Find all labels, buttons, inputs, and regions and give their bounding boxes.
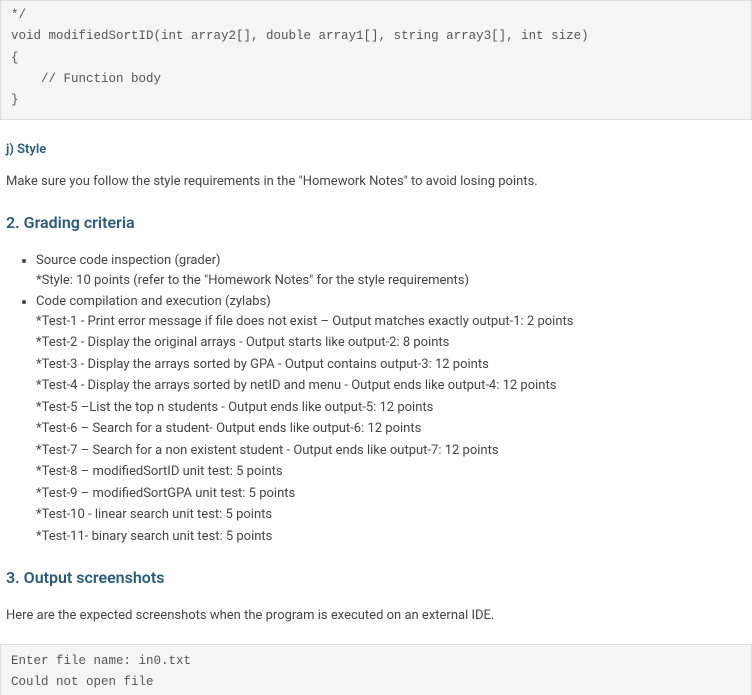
criteria-item-0-sublist: *Style: 10 points (refer to the "Homewor… [36, 271, 752, 291]
criteria-sub-1-6: *Test-7 – Search for a non existent stud… [36, 441, 752, 461]
section-j-body: Make sure you follow the style requireme… [6, 172, 752, 192]
criteria-item-0-label: Source code inspection (grader) [36, 253, 221, 268]
criteria-sub-1-10: *Test-11- binary search unit test: 5 poi… [36, 527, 752, 547]
criteria-item-1-label: Code compilation and execution (zylabs) [36, 294, 271, 309]
criteria-sub-1-4: *Test-5 –List the top n students - Outpu… [36, 398, 752, 418]
criteria-item-1-sublist: *Test-1 - Print error message if file do… [36, 312, 752, 547]
criteria-sub-1-9: *Test-10 - linear search unit test: 5 po… [36, 505, 752, 525]
criteria-sub-1-0: *Test-1 - Print error message if file do… [36, 312, 752, 332]
criteria-sub-1-8: *Test-9 – modifiedSortGPA unit test: 5 p… [36, 484, 752, 504]
grading-criteria-list: Source code inspection (grader) *Style: … [36, 251, 752, 546]
section-j-label: j) Style [6, 140, 752, 160]
criteria-sub-0-0: *Style: 10 points (refer to the "Homewor… [36, 271, 752, 291]
criteria-sub-1-3: *Test-4 - Display the arrays sorted by n… [36, 376, 752, 396]
output-screenshot-block: Enter file name: in0.txt Could not open … [0, 644, 752, 695]
criteria-sub-1-2: *Test-3 - Display the arrays sorted by G… [36, 355, 752, 375]
section-3-heading: 3. Output screenshots [6, 566, 752, 590]
code-block-top: */ void modifiedSortID(int array2[], dou… [0, 0, 752, 120]
criteria-sub-1-7: *Test-8 – modifiedSortID unit test: 5 po… [36, 462, 752, 482]
criteria-item-1: Code compilation and execution (zylabs) … [36, 292, 752, 546]
criteria-item-0: Source code inspection (grader) *Style: … [36, 251, 752, 290]
criteria-sub-1-5: *Test-6 – Search for a student- Output e… [36, 419, 752, 439]
section-3-body: Here are the expected screenshots when t… [6, 606, 752, 626]
section-2-heading: 2. Grading criteria [6, 211, 752, 235]
criteria-sub-1-1: *Test-2 - Display the original arrays - … [36, 333, 752, 353]
